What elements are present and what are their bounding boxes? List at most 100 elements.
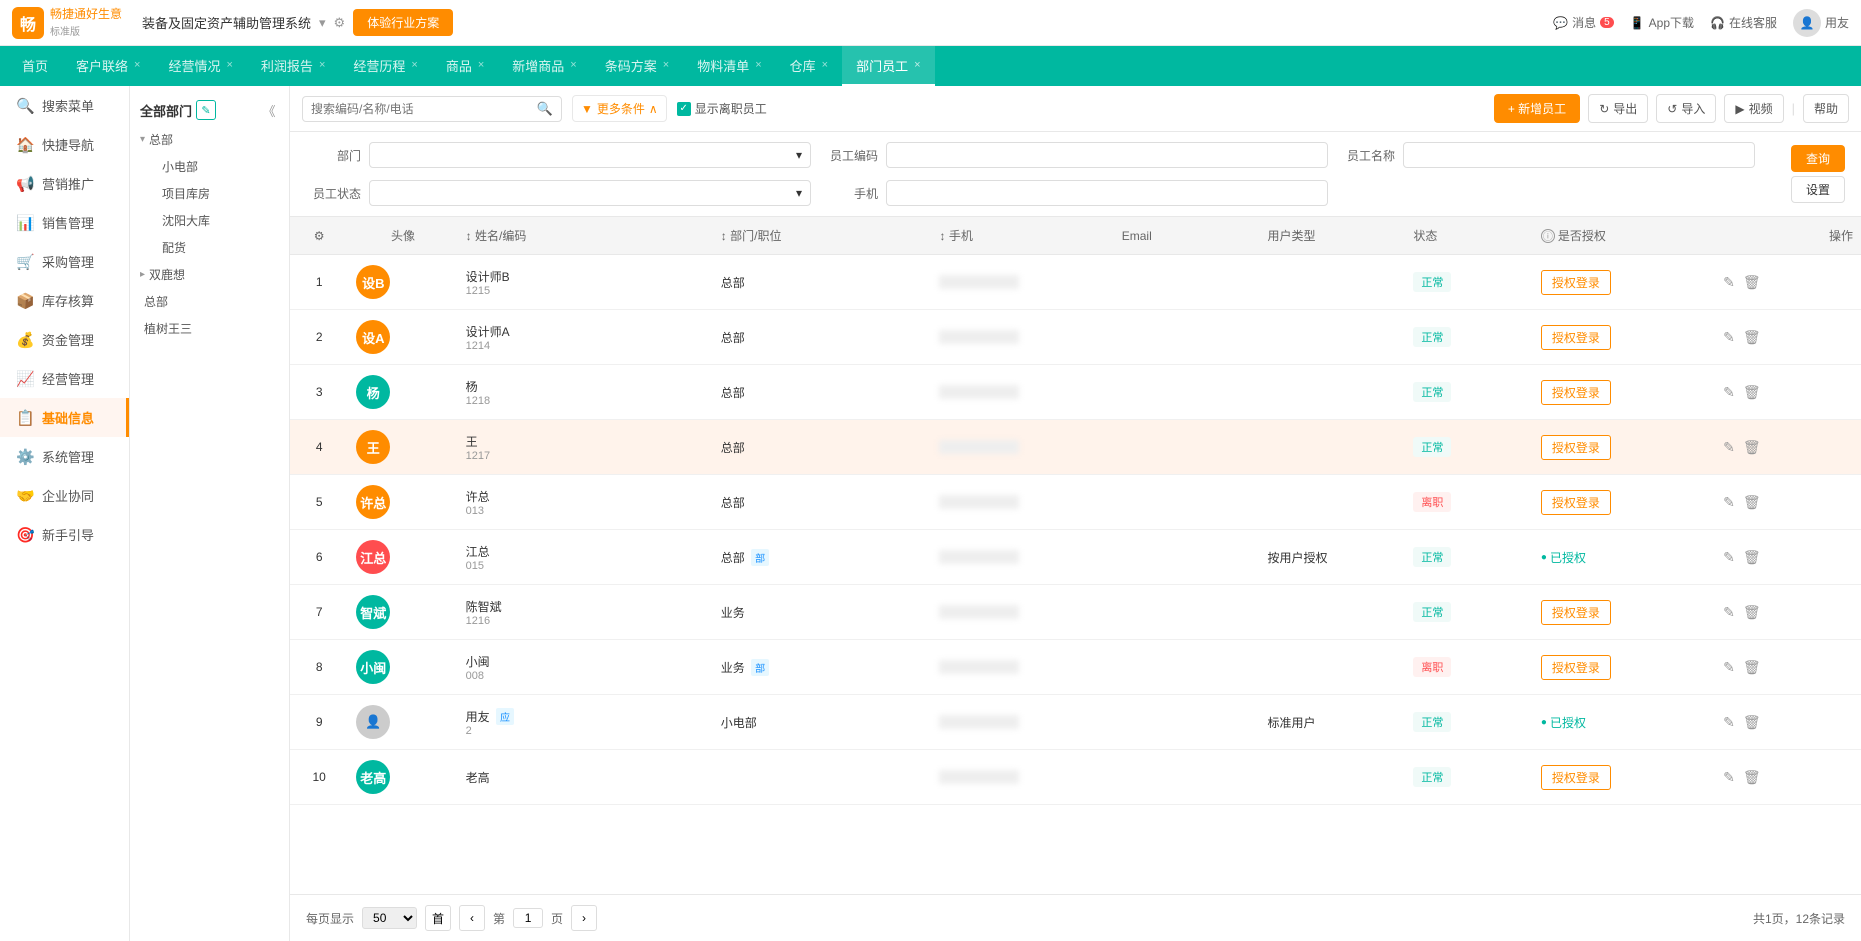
import-button[interactable]: ↺ 导入: [1656, 94, 1716, 123]
sidebar-item-资金管理[interactable]: 💰资金管理: [0, 320, 129, 359]
prev-page-button[interactable]: ‹: [459, 905, 485, 931]
user-area[interactable]: 👤 用友: [1793, 9, 1849, 37]
delete-icon[interactable]: 🗑: [1743, 274, 1761, 291]
close-tab-icon[interactable]: ×: [411, 59, 417, 71]
sidebar-item-基础信息[interactable]: 📋基础信息: [0, 398, 129, 437]
query-button[interactable]: 查询: [1791, 145, 1845, 172]
online-service-button[interactable]: 🎧 在线客服: [1710, 14, 1777, 31]
auth-login-button[interactable]: 授权登录: [1541, 325, 1611, 350]
dept-tree-item[interactable]: 植树王三: [130, 315, 289, 342]
close-tab-icon[interactable]: ×: [478, 59, 484, 71]
system-title-arrow[interactable]: ▾: [319, 15, 326, 31]
nav-tab-首页[interactable]: 首页: [8, 46, 62, 86]
dept-tree-item[interactable]: ▾总部: [130, 126, 289, 153]
delete-icon[interactable]: 🗑: [1743, 659, 1761, 676]
message-button[interactable]: 💬 消息 5: [1553, 14, 1614, 31]
close-tab-icon[interactable]: ×: [319, 59, 325, 71]
col-settings[interactable]: ⚙: [290, 217, 348, 255]
sidebar-item-系统管理[interactable]: ⚙️系统管理: [0, 437, 129, 476]
auth-login-button[interactable]: 授权登录: [1541, 765, 1611, 790]
search-input-wrap[interactable]: 🔍: [302, 96, 562, 122]
sidebar-item-搜索菜单[interactable]: 🔍搜索菜单: [0, 86, 129, 125]
filter-empcode-input[interactable]: [886, 142, 1328, 168]
nav-tab-经营情况[interactable]: 经营情况×: [154, 46, 246, 86]
dept-edit-icon[interactable]: ✎: [196, 100, 216, 120]
dept-tree-item[interactable]: 总部: [130, 288, 289, 315]
close-tab-icon[interactable]: ×: [755, 59, 761, 71]
sidebar-item-销售管理[interactable]: 📊销售管理: [0, 203, 129, 242]
next-page-button[interactable]: ›: [571, 905, 597, 931]
view-button[interactable]: ▶ 视频: [1724, 94, 1783, 123]
delete-icon[interactable]: 🗑: [1743, 494, 1761, 511]
edit-icon[interactable]: ✎: [1723, 659, 1735, 676]
add-employee-button[interactable]: + 新增员工: [1494, 94, 1580, 123]
nav-tab-经营历程[interactable]: 经营历程×: [339, 46, 431, 86]
edit-icon[interactable]: ✎: [1723, 274, 1735, 291]
edit-icon[interactable]: ✎: [1723, 384, 1735, 401]
gear-icon[interactable]: ⚙: [334, 15, 346, 31]
filter-empname-input[interactable]: [1403, 142, 1755, 168]
auth-login-button[interactable]: 授权登录: [1541, 270, 1611, 295]
sidebar-item-营销推广[interactable]: 📢营销推广: [0, 164, 129, 203]
delete-icon[interactable]: 🗑: [1743, 714, 1761, 731]
nav-tab-仓库[interactable]: 仓库×: [776, 46, 842, 86]
search-input[interactable]: [311, 102, 533, 116]
nav-tab-商品[interactable]: 商品×: [432, 46, 498, 86]
delete-icon[interactable]: 🗑: [1743, 329, 1761, 346]
edit-icon[interactable]: ✎: [1723, 494, 1735, 511]
auth-login-button[interactable]: 授权登录: [1541, 435, 1611, 460]
col-name-header[interactable]: ↕ 姓名/编码: [458, 217, 713, 255]
sidebar-item-库存核算[interactable]: 📦库存核算: [0, 281, 129, 320]
nav-tab-客户联络[interactable]: 客户联络×: [62, 46, 154, 86]
close-tab-icon[interactable]: ×: [822, 59, 828, 71]
app-download-button[interactable]: 📱 App下载: [1630, 14, 1694, 31]
nav-tab-部门员工[interactable]: 部门员工×: [842, 46, 934, 86]
sidebar-item-采购管理[interactable]: 🛒采购管理: [0, 242, 129, 281]
delete-icon[interactable]: 🗑: [1743, 769, 1761, 786]
trial-button[interactable]: 体验行业方案: [353, 9, 453, 36]
nav-tab-条码方案[interactable]: 条码方案×: [591, 46, 683, 86]
filter-dept-select[interactable]: ▾: [369, 142, 811, 168]
close-tab-icon[interactable]: ×: [134, 59, 140, 71]
delete-icon[interactable]: 🗑: [1743, 439, 1761, 456]
col-dept-header[interactable]: ↕ 部门/职位: [713, 217, 932, 255]
delete-icon[interactable]: 🗑: [1743, 549, 1761, 566]
edit-icon[interactable]: ✎: [1723, 549, 1735, 566]
edit-icon[interactable]: ✎: [1723, 714, 1735, 731]
page-number-input[interactable]: [513, 908, 543, 928]
col-phone-header[interactable]: ↕ 手机: [931, 217, 1113, 255]
sidebar-item-经营管理[interactable]: 📈经营管理: [0, 359, 129, 398]
show-resigned-toggle[interactable]: ✓ 显示离职员工: [677, 100, 767, 117]
nav-tab-物料清单[interactable]: 物料清单×: [683, 46, 775, 86]
reset-button[interactable]: 设置: [1791, 176, 1845, 203]
filter-status-select[interactable]: ▾: [369, 180, 811, 206]
dept-tree-item[interactable]: ▸双鹿想: [130, 261, 289, 288]
close-tab-icon[interactable]: ×: [914, 59, 920, 71]
dept-tree-item[interactable]: 配货: [130, 234, 289, 261]
edit-icon[interactable]: ✎: [1723, 604, 1735, 621]
sidebar-item-企业协同[interactable]: 🤝企业协同: [0, 476, 129, 515]
more-filter-button[interactable]: ▼ 更多条件 ∧: [572, 95, 667, 122]
close-tab-icon[interactable]: ×: [663, 59, 669, 71]
auth-login-button[interactable]: 授权登录: [1541, 655, 1611, 680]
close-tab-icon[interactable]: ×: [226, 59, 232, 71]
help-button[interactable]: 帮助: [1803, 94, 1849, 123]
dept-collapse-button[interactable]: 《: [259, 100, 279, 120]
sidebar-item-新手引导[interactable]: 🎯新手引导: [0, 515, 129, 554]
export-button[interactable]: ↻ 导出: [1588, 94, 1648, 123]
delete-icon[interactable]: 🗑: [1743, 384, 1761, 401]
dept-tree-item[interactable]: 沈阳大库: [130, 207, 289, 234]
auth-login-button[interactable]: 授权登录: [1541, 380, 1611, 405]
auth-login-button[interactable]: 授权登录: [1541, 490, 1611, 515]
dept-tree-item[interactable]: 小电部: [130, 153, 289, 180]
first-page-button[interactable]: 首: [425, 905, 451, 931]
edit-icon[interactable]: ✎: [1723, 769, 1735, 786]
filter-phone-input[interactable]: [886, 180, 1328, 206]
delete-icon[interactable]: 🗑: [1743, 604, 1761, 621]
nav-tab-利润报告[interactable]: 利润报告×: [247, 46, 339, 86]
dept-tree-item[interactable]: 项目库房: [130, 180, 289, 207]
auth-login-button[interactable]: 授权登录: [1541, 600, 1611, 625]
close-tab-icon[interactable]: ×: [570, 59, 576, 71]
nav-tab-新增商品[interactable]: 新增商品×: [498, 46, 590, 86]
sidebar-item-快捷导航[interactable]: 🏠快捷导航: [0, 125, 129, 164]
